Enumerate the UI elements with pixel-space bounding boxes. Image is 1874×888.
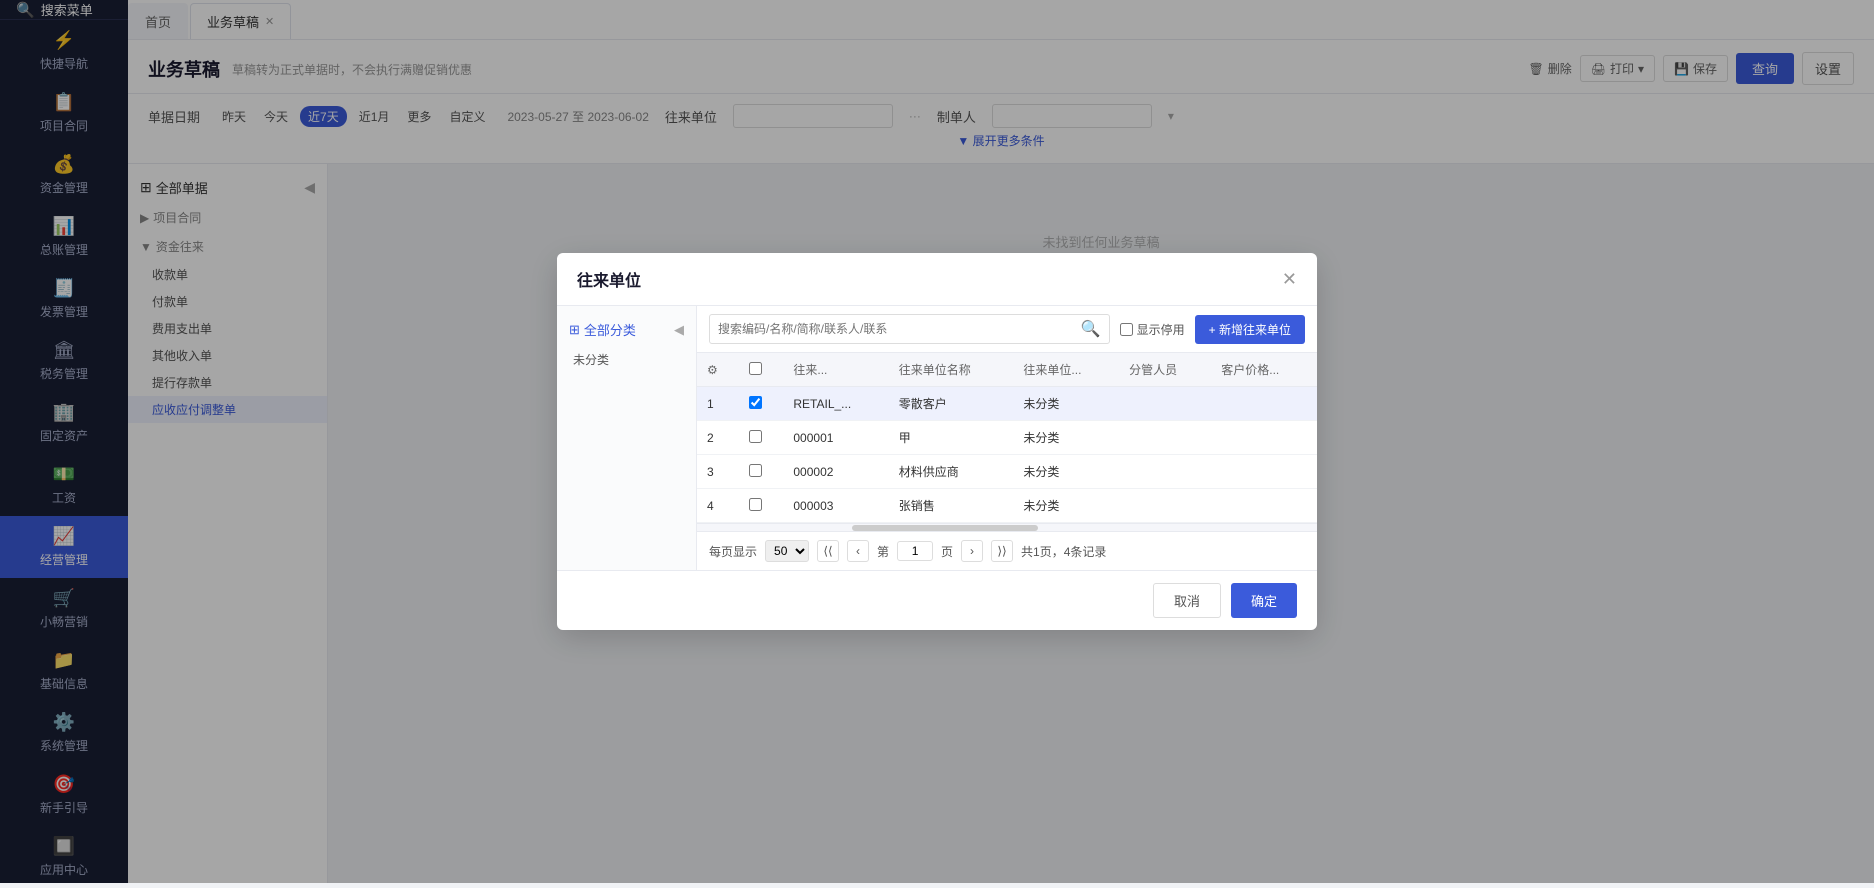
- select-all-checkbox[interactable]: [749, 362, 762, 375]
- category-grid-icon: ⊞: [569, 322, 580, 338]
- row-category: 未分类: [1013, 387, 1119, 421]
- row-checkbox[interactable]: [739, 421, 784, 455]
- search-input[interactable]: [718, 322, 1075, 336]
- search-icon: 🔍: [1081, 319, 1101, 339]
- total-label: 共1页，4条记录: [1021, 543, 1106, 560]
- row-name: 零散客户: [889, 387, 1014, 421]
- row-category: 未分类: [1013, 489, 1119, 523]
- th-sales: 分管人员: [1119, 353, 1211, 387]
- collapse-category-btn[interactable]: ◀: [674, 322, 684, 338]
- modal-pagination: 每页显示 50 ⟨⟨ ‹ 第 页 › ⟩⟩ 共1页，4条记录: [697, 531, 1317, 570]
- modal-title: 往来单位: [577, 267, 641, 291]
- page-number-input[interactable]: [897, 541, 933, 561]
- modal-toolbar: 🔍 显示停用 + 新增往来单位: [697, 306, 1317, 353]
- row-price: [1211, 387, 1317, 421]
- show-disabled-label: 显示停用: [1137, 321, 1185, 338]
- modal-category-header: ⊞ 全部分类 ◀: [557, 314, 696, 345]
- row-category: 未分类: [1013, 455, 1119, 489]
- table-row[interactable]: 4 000003 张销售 未分类: [697, 489, 1317, 523]
- page-word: 页: [941, 543, 953, 560]
- modal-overlay[interactable]: 往来单位 ✕ ⊞ 全部分类 ◀ 未分类: [0, 0, 1874, 883]
- row-name: 甲: [889, 421, 1014, 455]
- modal-right-panel: 🔍 显示停用 + 新增往来单位 ⚙: [697, 306, 1317, 570]
- row-checkbox[interactable]: [739, 489, 784, 523]
- row-sales: [1119, 421, 1211, 455]
- th-code: 往来...: [783, 353, 888, 387]
- row-name: 材料供应商: [889, 455, 1014, 489]
- table-row[interactable]: 2 000001 甲 未分类: [697, 421, 1317, 455]
- last-page-btn[interactable]: ⟩⟩: [991, 540, 1013, 562]
- table-header-row: ⚙ 往来... 往来单位名称 往来单位... 分管人员 客户价格...: [697, 353, 1317, 387]
- partner-table: ⚙ 往来... 往来单位名称 往来单位... 分管人员 客户价格...: [697, 353, 1317, 523]
- show-disabled-wrap: 显示停用: [1120, 321, 1185, 338]
- th-name: 往来单位名称: [889, 353, 1014, 387]
- page-size-select[interactable]: 50: [765, 540, 809, 562]
- row-checkbox[interactable]: [739, 387, 784, 421]
- show-disabled-checkbox[interactable]: [1120, 323, 1133, 336]
- category-header-label: 全部分类: [584, 320, 636, 339]
- settings-icon[interactable]: ⚙: [707, 363, 718, 377]
- row-no: 2: [697, 421, 739, 455]
- row-name: 张销售: [889, 489, 1014, 523]
- row-checkbox[interactable]: [739, 455, 784, 489]
- th-checkbox: [739, 353, 784, 387]
- row-sales: [1119, 455, 1211, 489]
- prev-page-btn[interactable]: ‹: [847, 540, 869, 562]
- row-price: [1211, 489, 1317, 523]
- row-code: 000003: [783, 489, 888, 523]
- modal-close-button[interactable]: ✕: [1282, 269, 1297, 290]
- row-no: 1: [697, 387, 739, 421]
- row-no: 3: [697, 455, 739, 489]
- row-sales: [1119, 489, 1211, 523]
- modal-category-panel: ⊞ 全部分类 ◀ 未分类: [557, 306, 697, 570]
- modal-body: ⊞ 全部分类 ◀ 未分类 🔍 显示停用: [557, 306, 1317, 570]
- confirm-button[interactable]: 确定: [1231, 583, 1297, 618]
- next-page-btn[interactable]: ›: [961, 540, 983, 562]
- row-code: RETAIL_...: [783, 387, 888, 421]
- row-sales: [1119, 387, 1211, 421]
- table-row[interactable]: 1 RETAIL_... 零散客户 未分类: [697, 387, 1317, 421]
- row-price: [1211, 421, 1317, 455]
- horizontal-scrollbar[interactable]: [697, 523, 1317, 531]
- row-price: [1211, 455, 1317, 489]
- th-price: 客户价格...: [1211, 353, 1317, 387]
- page-no-label: 第: [877, 543, 889, 560]
- scrollbar-thumb: [852, 525, 1038, 531]
- partner-table-body: 1 RETAIL_... 零散客户 未分类 2: [697, 387, 1317, 523]
- modal-footer: 取消 确定: [557, 570, 1317, 630]
- first-page-btn[interactable]: ⟨⟨: [817, 540, 839, 562]
- row-no: 4: [697, 489, 739, 523]
- cancel-button[interactable]: 取消: [1153, 583, 1221, 618]
- th-settings: ⚙: [697, 353, 739, 387]
- partner-modal: 往来单位 ✕ ⊞ 全部分类 ◀ 未分类: [557, 253, 1317, 630]
- modal-header: 往来单位 ✕: [557, 253, 1317, 306]
- table-row[interactable]: 3 000002 材料供应商 未分类: [697, 455, 1317, 489]
- row-category: 未分类: [1013, 421, 1119, 455]
- add-partner-button[interactable]: + 新增往来单位: [1195, 315, 1305, 344]
- modal-table: ⚙ 往来... 往来单位名称 往来单位... 分管人员 客户价格...: [697, 353, 1317, 523]
- search-input-wrap[interactable]: 🔍: [709, 314, 1110, 344]
- row-code: 000002: [783, 455, 888, 489]
- category-item-unclassified[interactable]: 未分类: [557, 345, 696, 374]
- page-size-label: 每页显示: [709, 543, 757, 560]
- row-code: 000001: [783, 421, 888, 455]
- th-category: 往来单位...: [1013, 353, 1119, 387]
